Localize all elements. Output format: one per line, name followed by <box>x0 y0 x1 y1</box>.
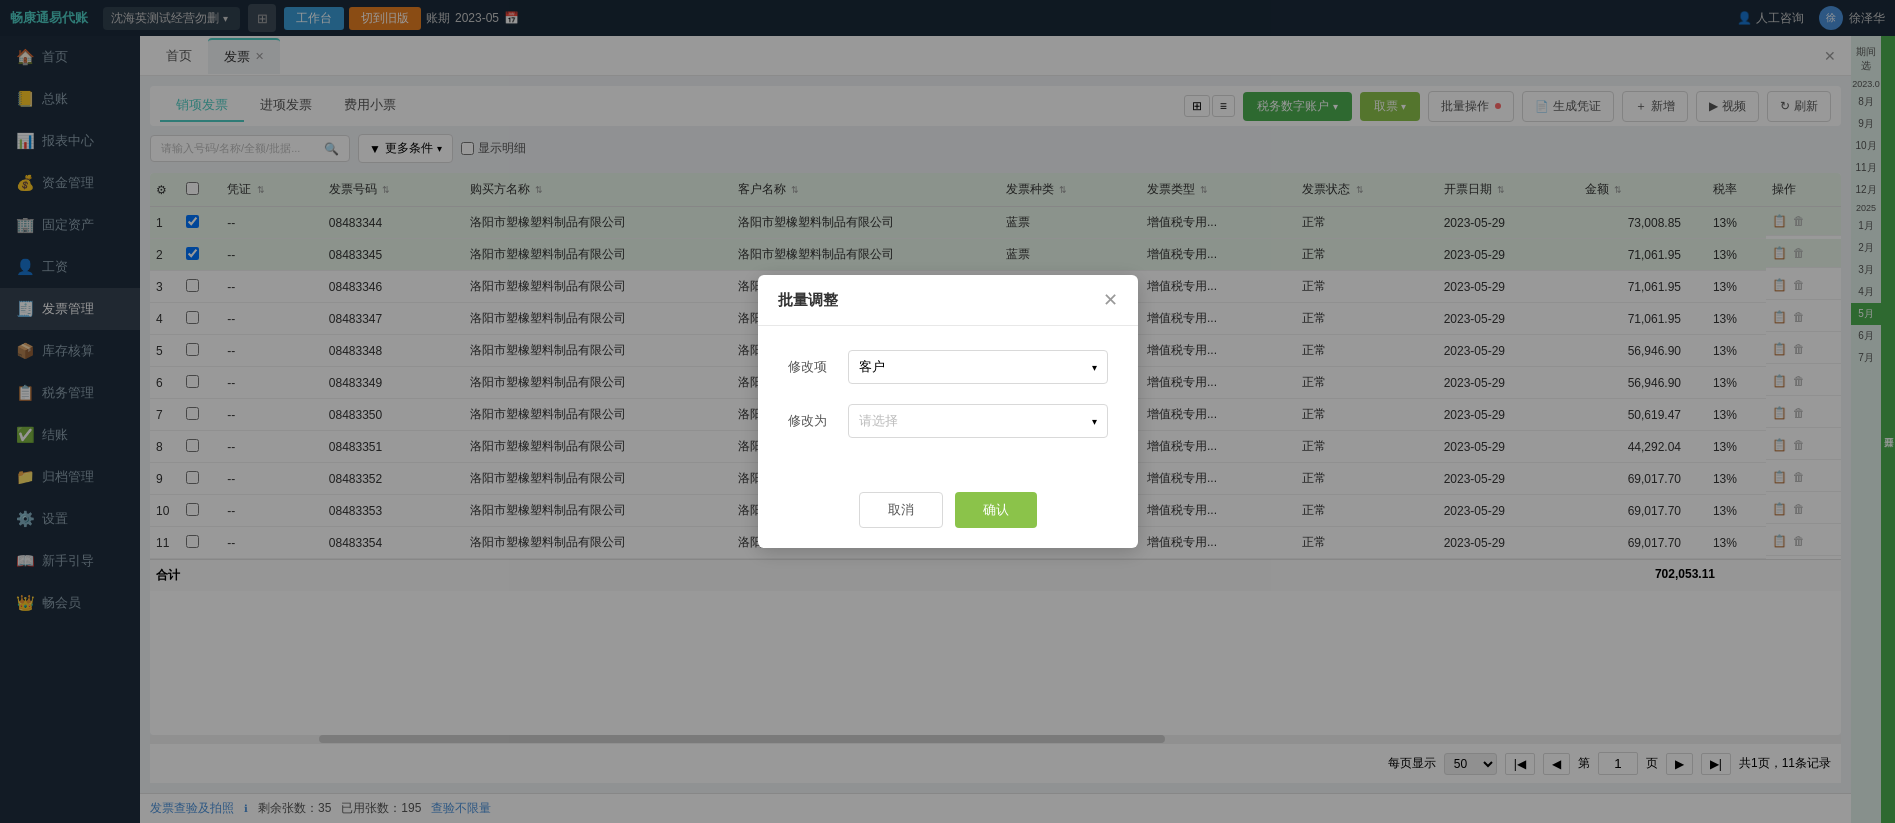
modal-field-chevron-icon: ▾ <box>1092 362 1097 373</box>
modal-close-btn[interactable]: ✕ <box>1103 289 1118 311</box>
modal-body: 修改项 客户 ▾ 修改为 请选择 ▾ <box>758 326 1138 482</box>
modal-modify-value-select[interactable]: 请选择 ▾ <box>848 404 1108 438</box>
modal-modify-value-label: 修改为 <box>788 412 848 430</box>
modal-modify-field-select[interactable]: 客户 ▾ <box>848 350 1108 384</box>
modal-cancel-btn[interactable]: 取消 <box>859 492 943 528</box>
modal-value-chevron-icon: ▾ <box>1092 416 1097 427</box>
modal-title: 批量调整 <box>778 291 838 310</box>
modal-modify-field-label: 修改项 <box>788 358 848 376</box>
modal-modify-field-value: 客户 <box>859 358 885 376</box>
modal-header: 批量调整 ✕ <box>758 275 1138 326</box>
modal-footer: 取消 确认 <box>758 482 1138 548</box>
modal-modify-value-placeholder: 请选择 <box>859 412 898 430</box>
modal-modify-field-row: 修改项 客户 ▾ <box>788 350 1108 384</box>
modal-confirm-btn[interactable]: 确认 <box>955 492 1037 528</box>
modal-overlay: 批量调整 ✕ 修改项 客户 ▾ 修改为 请选择 ▾ 取消 确认 <box>0 0 1895 823</box>
modal-modify-value-row: 修改为 请选择 ▾ <box>788 404 1108 438</box>
batch-adjust-modal: 批量调整 ✕ 修改项 客户 ▾ 修改为 请选择 ▾ 取消 确认 <box>758 275 1138 548</box>
